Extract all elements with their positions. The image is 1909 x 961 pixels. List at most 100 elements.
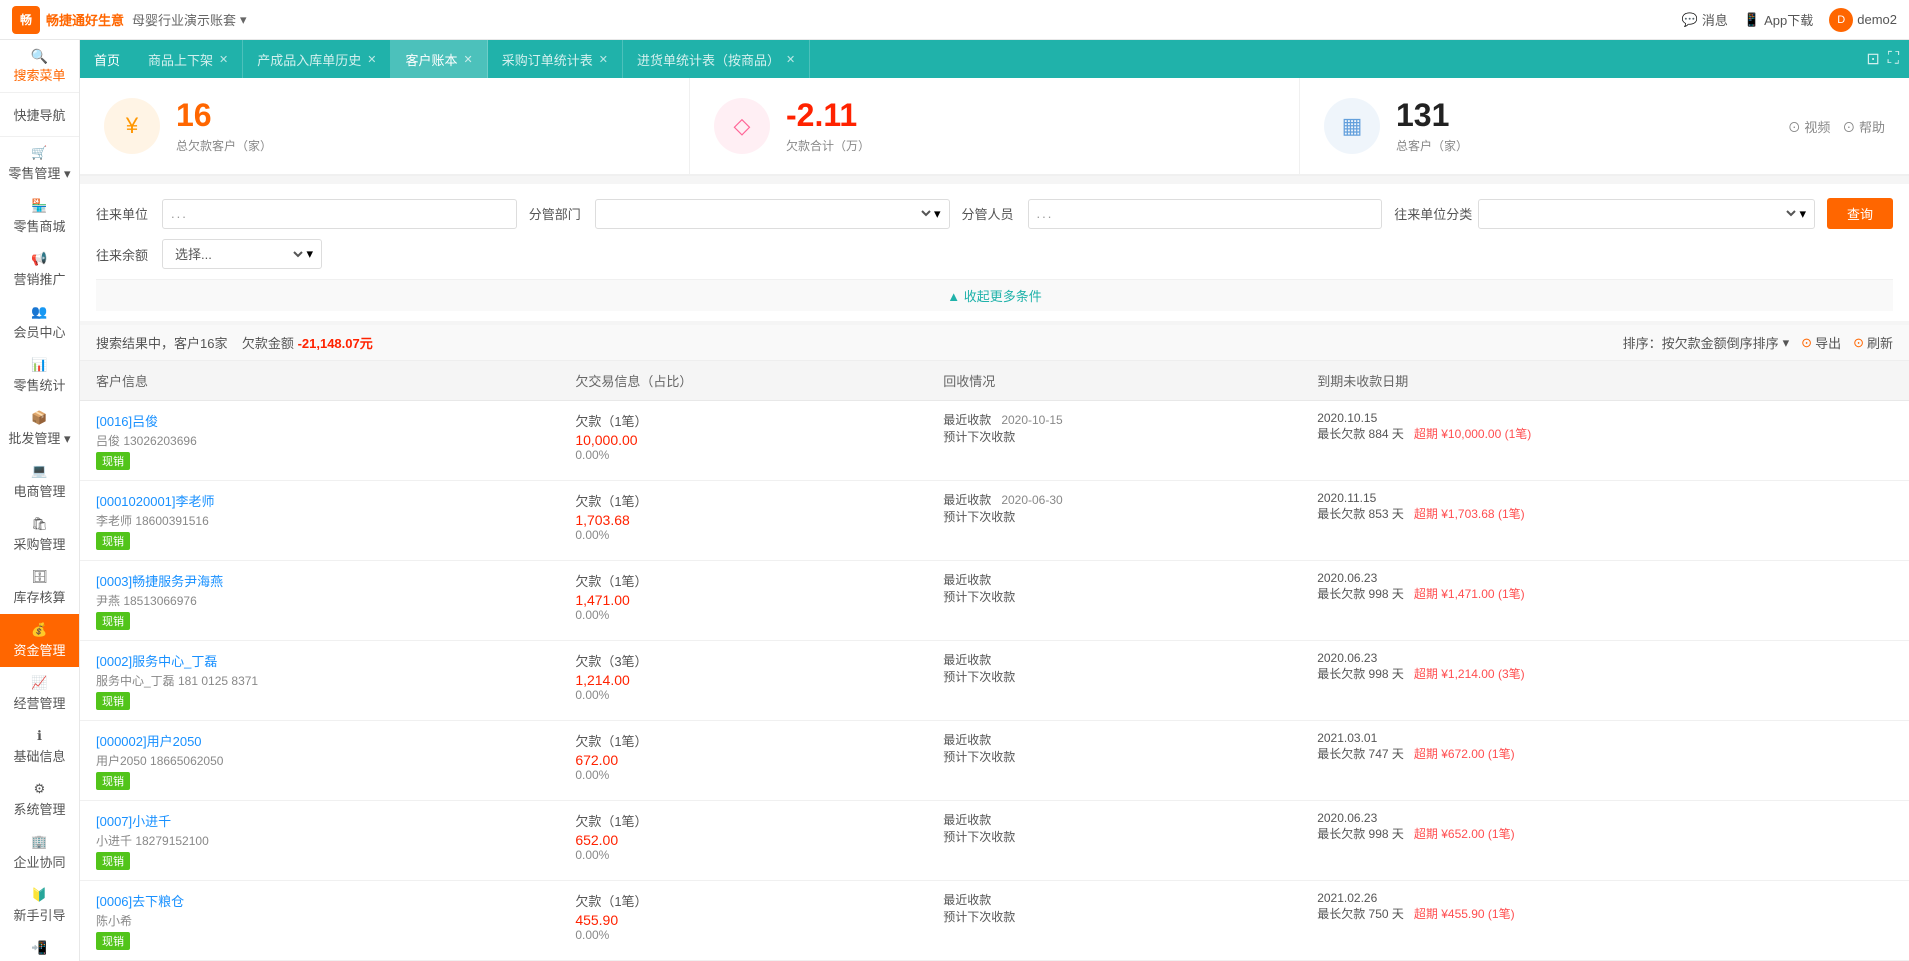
sidebar-item-operations[interactable]: 📈 经营管理 (0, 667, 79, 720)
tab-goods[interactable]: 商品上下架 ✕ (134, 40, 243, 78)
debt-amount-6: 455.90 (575, 912, 911, 928)
person-input[interactable]: ... (1028, 199, 1383, 229)
stat-icon-debt: ¥ (104, 98, 160, 154)
sidebar-item-system[interactable]: ⚙ 系统管理 (0, 773, 79, 826)
content-area: 首页 商品上下架 ✕ 产成品入库单历史 ✕ 客户账本 ✕ 采购订单统计表 ✕ 进… (80, 40, 1909, 961)
sidebar-item-basic-info[interactable]: ℹ 基础信息 (0, 720, 79, 773)
filter-category: 往来单位分类 ▾ (1394, 199, 1815, 229)
sidebar-item-finance[interactable]: 💰 资金管理 (0, 614, 79, 667)
customer-name-4[interactable]: [000002]用户2050 (96, 731, 543, 750)
collection-recent-2: 最近收款 (943, 571, 1285, 588)
filter-row-1: 往来单位 ... 分管部门 ▾ 分管人员 (96, 198, 1893, 229)
sidebar-search[interactable]: 🔍 搜索菜单 (0, 40, 79, 93)
overdue-amount-0[interactable]: 超期 ¥10,000.00 (1笔) (1414, 427, 1531, 441)
tab-purchase-close[interactable]: ✕ (599, 53, 608, 66)
customer-name-5[interactable]: [0007]小进千 (96, 811, 543, 830)
sidebar-marketing-icon: 📢 (31, 251, 47, 267)
overdue-amount-2[interactable]: 超期 ¥1,471.00 (1笔) (1414, 587, 1525, 601)
customer-name-0[interactable]: [0016]吕俊 (96, 411, 543, 430)
dept-select-input[interactable] (604, 205, 934, 222)
tab-maximize-btn[interactable]: ⛶ (1888, 50, 1899, 68)
sidebar-system-icon: ⚙ (34, 781, 46, 797)
category-select-input[interactable] (1487, 205, 1799, 222)
tab-goods-stats-close[interactable]: ✕ (786, 53, 795, 66)
collection-next-6: 预计下次收款 (943, 908, 1285, 925)
sort-selector[interactable]: 排序：按欠款金额倒序排序 ▾ (1623, 333, 1790, 352)
sidebar-item-retail-stats[interactable]: 📊 零售统计 (0, 349, 79, 402)
tab-purchase-stats[interactable]: 采购订单统计表 ✕ (488, 40, 623, 78)
tab-customer-close[interactable]: ✕ (464, 53, 473, 66)
sidebar-item-retail-mall[interactable]: 🏪 零售商城 (0, 190, 79, 243)
user-avatar[interactable]: D demo2 (1829, 8, 1897, 32)
sidebar-retail-stats-icon: 📊 (31, 357, 47, 373)
collection-recent-4: 最近收款 (943, 731, 1285, 748)
customer-contact-0: 吕俊 13026203696 (96, 432, 543, 449)
supplier-label: 往来单位 (96, 204, 156, 223)
tab-goods-close[interactable]: ✕ (219, 53, 228, 66)
overdue-amount-5[interactable]: 超期 ¥652.00 (1笔) (1414, 827, 1515, 841)
cell-collection-2: 最近收款 预计下次收款 (927, 561, 1301, 641)
dept-select[interactable]: ▾ (595, 199, 950, 229)
tab-customer-account[interactable]: 客户账本 ✕ (391, 40, 487, 78)
sidebar-item-quick-nav[interactable]: 快捷导航 (0, 97, 79, 132)
sidebar-item-member[interactable]: 👥 会员中心 (0, 296, 79, 349)
cell-debt-0: 欠款（1笔） 10,000.00 0.00% (559, 401, 927, 481)
sidebar-item-marketing[interactable]: 📢 营销推广 (0, 243, 79, 296)
sidebar-item-retail-mgmt[interactable]: 🛒 零售管理 ▾ (0, 137, 79, 190)
sidebar-item-guide[interactable]: 🔰 新手引导 (0, 879, 79, 932)
customer-name-6[interactable]: [0006]去下粮仓 (96, 891, 543, 910)
cell-debt-1: 欠款（1笔） 1,703.68 0.00% (559, 481, 927, 561)
debt-percent-5: 0.00% (575, 848, 911, 862)
refresh-btn[interactable]: ⊙ 刷新 (1853, 333, 1893, 352)
customer-contact-4: 用户2050 18665062050 (96, 752, 543, 769)
overdue-amount-1[interactable]: 超期 ¥1,703.68 (1笔) (1414, 507, 1525, 521)
overdue-amount-3[interactable]: 超期 ¥1,214.00 (3笔) (1414, 667, 1525, 681)
sidebar-item-purchase[interactable]: 🛍 采购管理 (0, 508, 79, 561)
tab-production[interactable]: 产成品入库单历史 ✕ (243, 40, 391, 78)
result-debt-value: -21,148.07元 (298, 336, 373, 351)
sidebar-basic-icon: ℹ (37, 728, 42, 744)
balance-select[interactable]: 选择... ▾ (162, 239, 322, 269)
search-button[interactable]: 查询 (1827, 198, 1893, 229)
overdue-days-1: 最长欠款 853 天 超期 ¥1,703.68 (1笔) (1317, 505, 1893, 522)
category-select[interactable]: ▾ (1478, 199, 1815, 229)
tab-goods-stats[interactable]: 进货单统计表（按商品） ✕ (623, 40, 810, 78)
cell-debt-6: 欠款（1笔） 455.90 0.00% (559, 881, 927, 961)
sidebar-item-app-center[interactable]: 📲 应用中心 (0, 932, 79, 961)
export-label: 导出 (1815, 333, 1841, 352)
stat-icon-total-debt: ◇ (714, 98, 770, 154)
video-btn[interactable]: ⊙ 视频 (1788, 117, 1831, 136)
tab-production-close[interactable]: ✕ (367, 53, 376, 66)
customer-name-3[interactable]: [0002]服务中心_丁磊 (96, 651, 543, 670)
customer-tag-3: 现销 (96, 692, 130, 710)
message-btn[interactable]: 💬 消息 (1682, 10, 1728, 29)
overdue-amount-6[interactable]: 超期 ¥455.90 (1笔) (1414, 907, 1515, 921)
sidebar-item-enterprise[interactable]: 🏢 企业协同 (0, 826, 79, 879)
export-btn[interactable]: ⊙ 导出 (1801, 333, 1841, 352)
balance-select-input[interactable]: 选择... (171, 246, 306, 263)
category-label: 往来单位分类 (1394, 204, 1472, 223)
help-btn[interactable]: ⊙ 帮助 (1842, 117, 1885, 136)
app-download-btn[interactable]: 📱 App下载 (1744, 10, 1813, 29)
due-date-5: 2020.06.23 (1317, 811, 1893, 825)
collapse-btn[interactable]: ▲ 收起更多条件 (96, 279, 1893, 311)
filter-supplier: 往来单位 ... (96, 199, 517, 229)
collection-recent-5: 最近收款 (943, 811, 1285, 828)
debt-percent-3: 0.00% (575, 688, 911, 702)
stat-number-total-debt: -2.11 (786, 98, 870, 133)
due-date-2: 2020.06.23 (1317, 571, 1893, 585)
cell-due-1: 2020.11.15 最长欠款 853 天 超期 ¥1,703.68 (1笔) (1301, 481, 1909, 561)
customer-name-1[interactable]: [0001020001]李老师 (96, 491, 543, 510)
supplier-input[interactable]: ... (162, 199, 517, 229)
sidebar-ecommerce-label: 电商管理 (13, 481, 65, 500)
sidebar-item-inventory[interactable]: 🗄 库存核算 (0, 561, 79, 614)
sidebar-item-wholesale[interactable]: 📦 批发管理 ▾ (0, 402, 79, 455)
tab-home[interactable]: 首页 (80, 40, 134, 78)
overdue-amount-4[interactable]: 超期 ¥672.00 (1笔) (1414, 747, 1515, 761)
suite-selector[interactable]: 母婴行业演示账套 ▾ (132, 10, 247, 29)
sidebar-guide-label: 新手引导 (13, 905, 65, 924)
tab-restore-btn[interactable]: ⊡ (1866, 49, 1879, 69)
customer-name-2[interactable]: [0003]畅捷服务尹海燕 (96, 571, 543, 590)
sidebar-finance-label: 资金管理 (13, 640, 65, 659)
sidebar-item-ecommerce[interactable]: 💻 电商管理 (0, 455, 79, 508)
